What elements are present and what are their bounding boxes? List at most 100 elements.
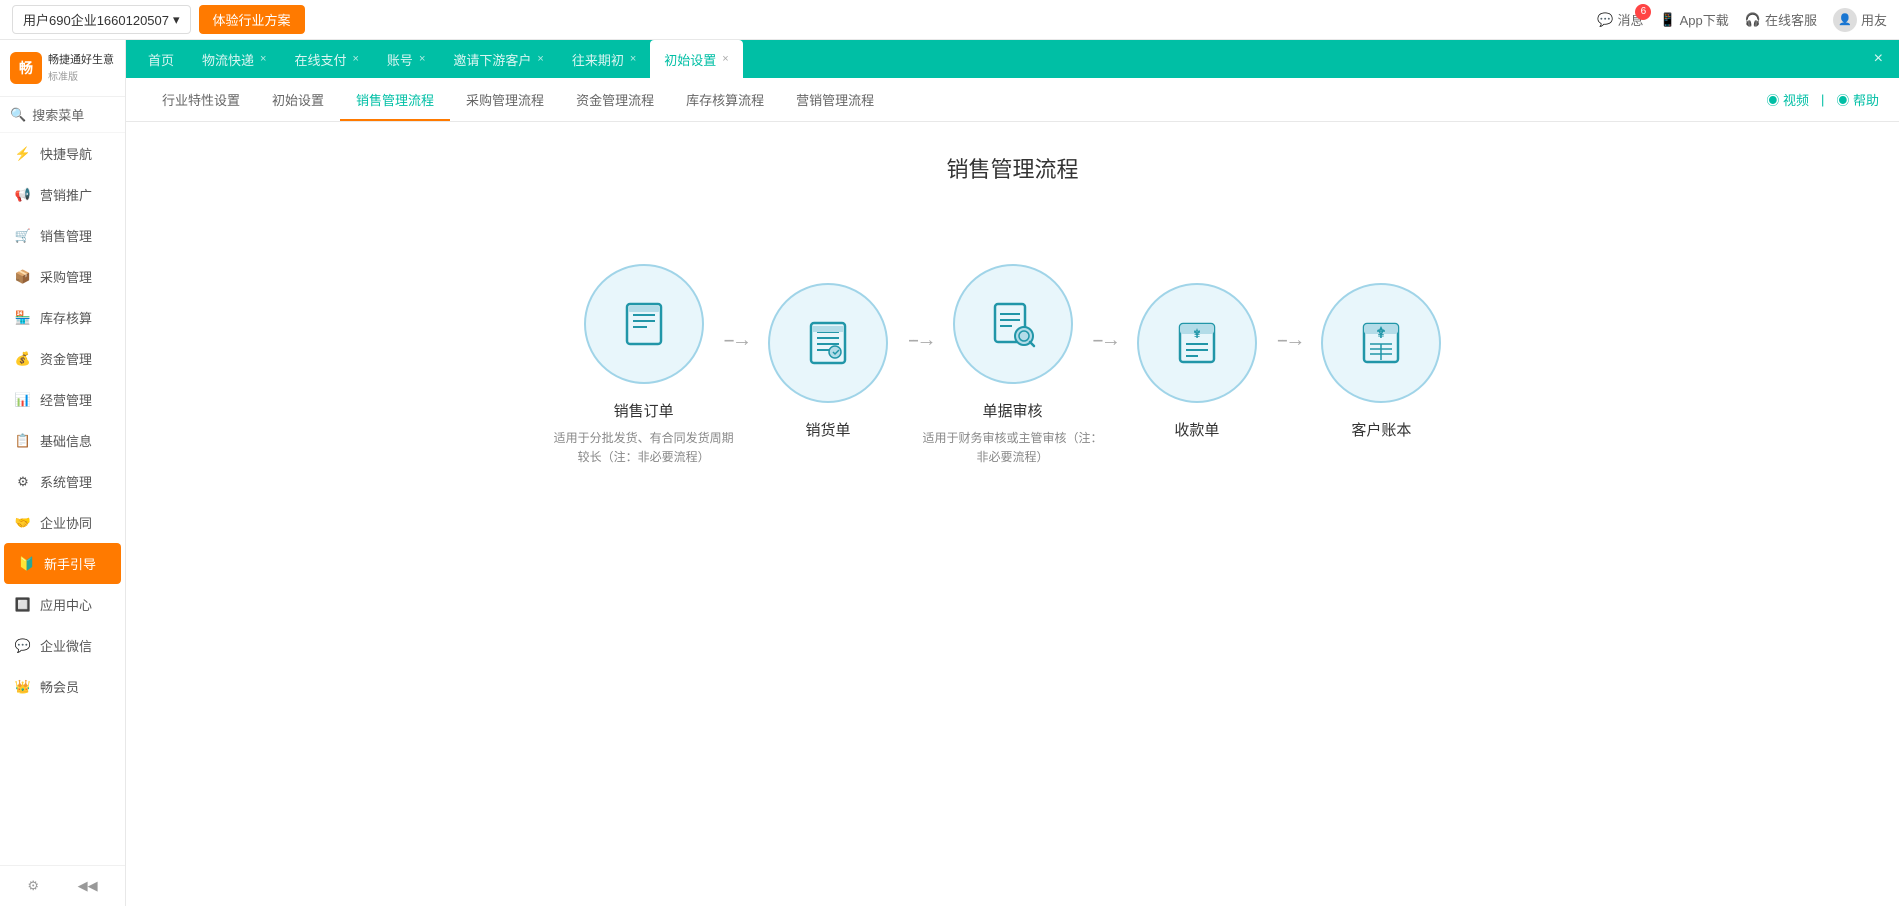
sub-tab-label: 库存核算流程 — [686, 90, 764, 109]
sidebar-item-marketing[interactable]: 📢 营销推广 — [0, 174, 125, 215]
sidebar-item-sales[interactable]: 🛒 销售管理 — [0, 215, 125, 256]
search-icon: 🔍 — [10, 107, 26, 123]
settings-bottom-button[interactable]: ⚙ — [23, 874, 43, 898]
sidebar-item-guide[interactable]: 🔰 新手引导 — [4, 543, 121, 584]
sub-tab-industry[interactable]: 行业特性设置 — [146, 78, 256, 121]
sidebar-item-quick[interactable]: ⚡ 快捷导航 — [0, 133, 125, 174]
flow-label: 销货单 — [806, 419, 851, 440]
apps-icon: 🔲 — [14, 596, 32, 614]
sub-tab-finance-flow[interactable]: 资金管理流程 — [560, 78, 670, 121]
close-icon[interactable]: × — [537, 53, 543, 65]
sidebar-bottom: ⚙ ◀◀ — [0, 865, 125, 906]
sidebar-item-label: 企业协同 — [40, 513, 92, 532]
dropdown-arrow-icon: ▾ — [173, 12, 180, 28]
message-icon: 💬 — [1597, 12, 1613, 28]
sidebar-item-label: 营销推广 — [40, 185, 92, 204]
sidebar-item-operations[interactable]: 📊 经营管理 — [0, 379, 125, 420]
wechat-icon: 💬 — [14, 637, 32, 655]
sidebar-item-member[interactable]: 👑 畅会员 — [0, 666, 125, 707]
nav-tab-logistics[interactable]: 物流快递 × — [188, 40, 280, 78]
flow-step-receipt: ¥ 收款单 — [1107, 283, 1287, 448]
app-download-button[interactable]: 📱 App下载 — [1659, 10, 1728, 29]
collapse-button[interactable]: ◀◀ — [74, 874, 102, 898]
nav-tab-label: 初始设置 — [664, 50, 716, 69]
flow-desc: 适用于财务审核或主管审核（注：非必要流程） — [923, 429, 1103, 467]
system-icon: ⚙ — [14, 473, 32, 491]
flow-circle-sales-order[interactable] — [584, 264, 704, 384]
flow-desc: 适用于分批发货、有合同发货周期较长（注：非必要流程） — [554, 429, 734, 467]
service-label: 在线客服 — [1765, 10, 1817, 29]
sub-tab-label: 采购管理流程 — [466, 90, 544, 109]
sidebar: 畅 畅捷通好生意 标准版 🔍 搜索菜单 ⚡ 快捷导航 📢 营销推广 🛒 销售管理 — [0, 40, 126, 906]
flow-circle-receipt[interactable]: ¥ — [1137, 283, 1257, 403]
nav-tab-home[interactable]: 首页 — [134, 40, 188, 78]
content-area: 首页 物流快递 × 在线支付 × 账号 × 邀请下游客户 × 往来期初 × — [126, 40, 1899, 906]
flow-circle-ledger[interactable]: ¥ — [1321, 283, 1441, 403]
sidebar-item-inventory[interactable]: 🏪 库存核算 — [0, 297, 125, 338]
sub-tab-marketing-flow[interactable]: 营销管理流程 — [780, 78, 890, 121]
top-bar: 用户690企业1660120507 ▾ 体验行业方案 💬 消息 6 📱 App下… — [0, 0, 1899, 40]
nav-tab-label: 在线支付 — [294, 50, 346, 69]
nav-tab-label: 账号 — [387, 50, 413, 69]
flow-circle-review[interactable] — [953, 264, 1073, 384]
sidebar-item-label: 畅会员 — [40, 677, 79, 696]
nav-tab-label: 往来期初 — [572, 50, 624, 69]
app-icon: 📱 — [1659, 12, 1675, 28]
close-icon[interactable]: × — [260, 53, 266, 65]
sidebar-item-label: 销售管理 — [40, 226, 92, 245]
sidebar-item-apps[interactable]: 🔲 应用中心 — [0, 584, 125, 625]
flow-circle-invoice[interactable] — [768, 283, 888, 403]
flow-step-ledger: ¥ 客户账本 — [1291, 283, 1471, 448]
video-help-button[interactable]: ◉ 视频 — [1766, 90, 1809, 109]
sidebar-item-basic[interactable]: 📋 基础信息 — [0, 420, 125, 461]
close-icon[interactable]: × — [722, 53, 728, 65]
flow-step-sales-order: 销售订单 适用于分批发货、有合同发货周期较长（注：非必要流程） — [554, 264, 734, 467]
close-icon[interactable]: × — [352, 53, 358, 65]
flow-step-review: 单据审核 适用于财务审核或主管审核（注：非必要流程） — [923, 264, 1103, 467]
nav-tab-account[interactable]: 账号 × — [373, 40, 439, 78]
sub-tab-initial[interactable]: 初始设置 — [256, 78, 340, 121]
sub-tab-inventory-flow[interactable]: 库存核算流程 — [670, 78, 780, 121]
sub-tab-sales-flow[interactable]: 销售管理流程 — [340, 78, 450, 121]
nav-tab-period[interactable]: 往来期初 × — [558, 40, 650, 78]
sub-tab-label: 初始设置 — [272, 90, 324, 109]
user-avatar-area[interactable]: 👤 用友 — [1833, 8, 1887, 32]
top-bar-right: 💬 消息 6 📱 App下载 🎧 在线客服 👤 用友 — [1597, 8, 1887, 32]
help-button[interactable]: ◉ 帮助 — [1836, 90, 1879, 109]
nav-bar-close-button[interactable]: × — [1866, 50, 1891, 68]
top-bar-left: 用户690企业1660120507 ▾ 体验行业方案 — [12, 5, 305, 34]
flow-label: 收款单 — [1174, 419, 1219, 440]
marketing-icon: 📢 — [14, 186, 32, 204]
close-icon[interactable]: × — [630, 53, 636, 65]
trial-button[interactable]: 体验行业方案 — [199, 5, 305, 34]
sidebar-item-label: 资金管理 — [40, 349, 92, 368]
sidebar-item-label: 系统管理 — [40, 472, 92, 491]
sidebar-item-collab[interactable]: 🤝 企业协同 — [0, 502, 125, 543]
main-content: 销售管理流程 销售订单 适用于分批发货、有合同发货周期较长（ — [126, 122, 1899, 906]
sidebar-item-label: 快捷导航 — [40, 144, 92, 163]
close-icon[interactable]: × — [419, 53, 425, 65]
page-title: 销售管理流程 — [166, 152, 1859, 184]
nav-tab-invite[interactable]: 邀请下游客户 × — [439, 40, 557, 78]
sidebar-item-purchase[interactable]: 📦 采购管理 — [0, 256, 125, 297]
flow-label: 销售订单 — [614, 400, 674, 421]
inventory-icon: 🏪 — [14, 309, 32, 327]
logo-text-area: 畅捷通好生意 标准版 — [48, 53, 114, 83]
nav-tab-payment[interactable]: 在线支付 × — [280, 40, 372, 78]
nav-tabs-bar: 首页 物流快递 × 在线支付 × 账号 × 邀请下游客户 × 往来期初 × — [126, 40, 1899, 78]
sub-tabs-right: ◉ 视频 | ◉ 帮助 — [1766, 90, 1879, 109]
sidebar-item-system[interactable]: ⚙ 系统管理 — [0, 461, 125, 502]
sidebar-search[interactable]: 🔍 搜索菜单 — [0, 97, 125, 133]
user-selector[interactable]: 用户690企业1660120507 ▾ — [12, 5, 191, 34]
sub-tab-purchase-flow[interactable]: 采购管理流程 — [450, 78, 560, 121]
search-label: 搜索菜单 — [32, 105, 84, 124]
message-button[interactable]: 💬 消息 6 — [1597, 10, 1643, 29]
sub-tab-label: 销售管理流程 — [356, 90, 434, 109]
sidebar-item-finance[interactable]: 💰 资金管理 — [0, 338, 125, 379]
sidebar-item-wechat[interactable]: 💬 企业微信 — [0, 625, 125, 666]
logo-subtitle: 标准版 — [48, 68, 114, 83]
online-service-button[interactable]: 🎧 在线客服 — [1745, 10, 1817, 29]
nav-tab-initial-settings[interactable]: 初始设置 × — [650, 40, 742, 78]
divider: | — [1821, 92, 1824, 107]
purchase-icon: 📦 — [14, 268, 32, 286]
